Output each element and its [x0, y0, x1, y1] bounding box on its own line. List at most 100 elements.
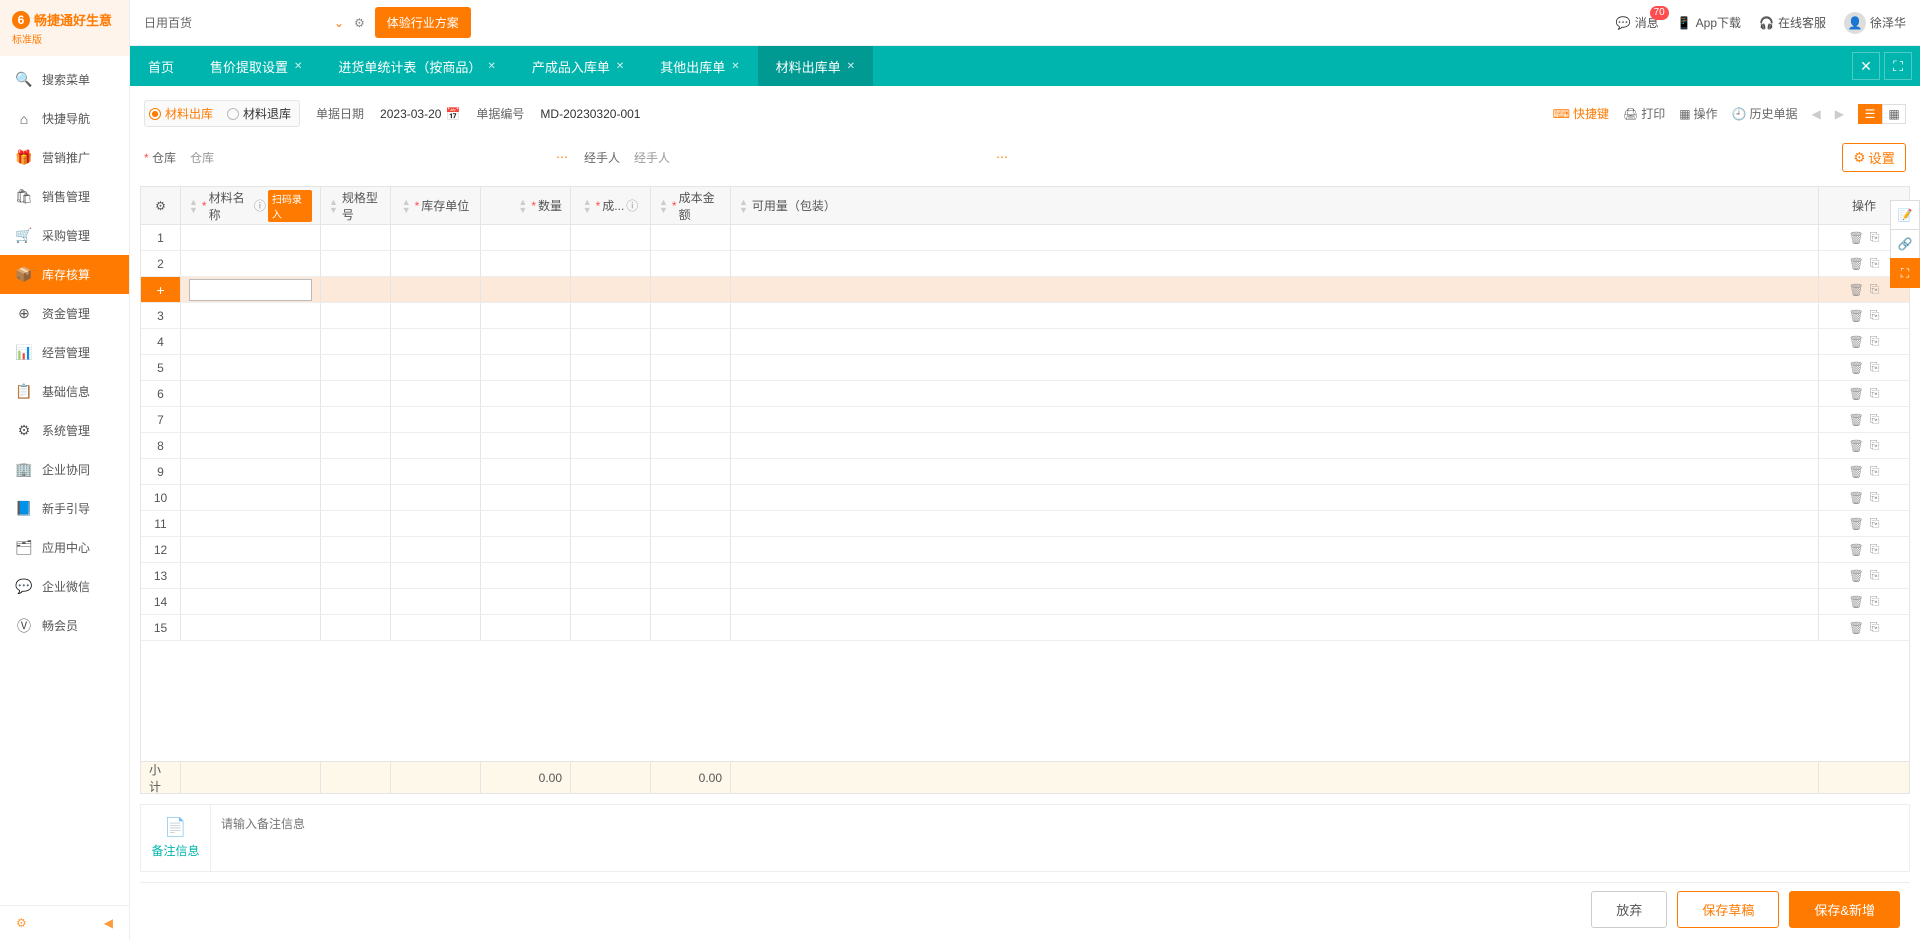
save-draft-button[interactable]: 保存草稿	[1677, 891, 1779, 928]
copy-icon[interactable]: ⎘	[1870, 334, 1880, 349]
copy-icon[interactable]: ⎘	[1870, 308, 1880, 323]
tab-4[interactable]: 其他出库单✕	[642, 46, 757, 86]
copy-icon[interactable]: ⎘	[1870, 282, 1880, 297]
table-row[interactable]: 5🗑⎘	[141, 355, 1909, 381]
nav-item-3[interactable]: 🛍销售管理	[0, 177, 129, 216]
nav-item-2[interactable]: 🎁营销推广	[0, 138, 129, 177]
delete-icon[interactable]: 🗑	[1849, 231, 1864, 245]
table-row[interactable]: 13🗑⎘	[141, 563, 1909, 589]
tab-close[interactable]: ✕	[294, 61, 302, 72]
delete-icon[interactable]: 🗑	[1849, 569, 1864, 583]
store-select[interactable]: 日用百货 ⌄	[144, 8, 344, 38]
copy-icon[interactable]: ⎘	[1870, 412, 1880, 427]
copy-icon[interactable]: ⎘	[1870, 438, 1880, 453]
nav-item-8[interactable]: 📋基础信息	[0, 372, 129, 411]
th-cost[interactable]: ▲▼*成...ⓘ	[571, 187, 651, 224]
copy-icon[interactable]: ⎘	[1870, 464, 1880, 479]
tab-close[interactable]: ✕	[847, 61, 855, 72]
doc-date[interactable]: 2023-03-20📅	[380, 107, 460, 121]
online-service[interactable]: 🎧在线客服	[1759, 14, 1826, 31]
tab-1[interactable]: 售价提取设置✕	[192, 46, 320, 86]
table-row[interactable]: 7🗑⎘	[141, 407, 1909, 433]
prev-icon[interactable]: ◀	[1812, 107, 1821, 121]
table-row[interactable]: 8🗑⎘	[141, 433, 1909, 459]
notes-input[interactable]	[211, 805, 1909, 871]
th-qty[interactable]: ▲▼*数量	[481, 187, 571, 224]
tab-0[interactable]: 首页	[130, 46, 192, 86]
nav-item-5[interactable]: 📦库存核算	[0, 255, 129, 294]
table-row[interactable]: 10🗑⎘	[141, 485, 1909, 511]
th-spec[interactable]: ▲▼规格型号	[321, 187, 391, 224]
th-amount[interactable]: ▲▼*成本金额	[651, 187, 731, 224]
delete-icon[interactable]: 🗑	[1849, 595, 1864, 609]
history-button[interactable]: 🕘历史单据	[1732, 105, 1798, 122]
tab-close[interactable]: ✕	[616, 61, 624, 72]
table-row[interactable]: + 🗑 ⎘	[141, 277, 1909, 303]
tab-3[interactable]: 产成品入库单✕	[514, 46, 642, 86]
copy-icon[interactable]: ⎘	[1870, 360, 1880, 375]
copy-icon[interactable]: ⎘	[1870, 568, 1880, 583]
scan-tag[interactable]: 扫码录入	[268, 190, 312, 222]
table-row[interactable]: 4🗑⎘	[141, 329, 1909, 355]
delete-icon[interactable]: 🗑	[1849, 465, 1864, 479]
user-menu[interactable]: 👤徐泽华	[1844, 12, 1906, 34]
table-row[interactable]: 3🗑⎘	[141, 303, 1909, 329]
copy-icon[interactable]: ⎘	[1870, 230, 1880, 245]
print-button[interactable]: 🖨打印	[1623, 105, 1665, 122]
table-row[interactable]: 12🗑⎘	[141, 537, 1909, 563]
nav-item-1[interactable]: ⌂快捷导航	[0, 99, 129, 138]
table-row[interactable]: 15🗑⎘	[141, 615, 1909, 641]
delete-icon[interactable]: 🗑	[1849, 517, 1864, 531]
tab-close-all[interactable]: ✕	[1852, 52, 1880, 80]
copy-icon[interactable]: ⎘	[1870, 516, 1880, 531]
add-row-icon[interactable]: +	[152, 281, 170, 299]
delete-icon[interactable]: 🗑	[1849, 309, 1864, 323]
radio-material-return[interactable]: 材料退库	[227, 105, 291, 122]
copy-icon[interactable]: ⎘	[1870, 542, 1880, 557]
nav-item-10[interactable]: 🏢企业协同	[0, 450, 129, 489]
tab-close[interactable]: ✕	[487, 61, 495, 72]
messages[interactable]: 💬 消息 70	[1616, 14, 1659, 31]
notes-tab[interactable]: 📄 备注信息	[141, 805, 211, 871]
next-icon[interactable]: ▶	[1835, 107, 1844, 121]
delete-icon[interactable]: 🗑	[1849, 361, 1864, 375]
settings-icon[interactable]: ⚙	[16, 916, 27, 930]
collapse-icon[interactable]: ◀	[104, 916, 113, 930]
settings-button[interactable]: ⚙设置	[1842, 143, 1906, 172]
nav-item-9[interactable]: ⚙系统管理	[0, 411, 129, 450]
table-row[interactable]: 14🗑⎘	[141, 589, 1909, 615]
side-tool-expand[interactable]: ⛶	[1890, 258, 1920, 288]
copy-icon[interactable]: ⎘	[1870, 386, 1880, 401]
ops-button[interactable]: ▦操作	[1679, 105, 1717, 122]
radio-material-out[interactable]: 材料出库	[149, 105, 213, 122]
gear-icon[interactable]: ⚙	[354, 16, 365, 30]
th-unit[interactable]: ▲▼*库存单位	[391, 187, 481, 224]
warehouse-input[interactable]: 仓库⋯	[184, 144, 574, 172]
copy-icon[interactable]: ⎘	[1870, 620, 1880, 635]
tab-2[interactable]: 进货单统计表（按商品）✕	[320, 46, 513, 86]
delete-icon[interactable]: 🗑	[1849, 283, 1864, 297]
discard-button[interactable]: 放弃	[1591, 891, 1667, 928]
copy-icon[interactable]: ⎘	[1870, 594, 1880, 609]
nav-item-4[interactable]: 🛒采购管理	[0, 216, 129, 255]
delete-icon[interactable]: 🗑	[1849, 439, 1864, 453]
delete-icon[interactable]: 🗑	[1849, 543, 1864, 557]
nav-item-6[interactable]: ⊕资金管理	[0, 294, 129, 333]
nav-item-7[interactable]: 📊经营管理	[0, 333, 129, 372]
th-gear[interactable]: ⚙	[141, 187, 181, 224]
tab-expand[interactable]: ⛶	[1884, 52, 1912, 80]
nav-item-12[interactable]: 🗂应用中心	[0, 528, 129, 567]
view-grid[interactable]: ▦	[1882, 104, 1906, 124]
delete-icon[interactable]: 🗑	[1849, 621, 1864, 635]
shortcut-button[interactable]: ⌨快捷键	[1553, 105, 1609, 122]
table-row[interactable]: 1🗑⎘	[141, 225, 1909, 251]
nav-item-13[interactable]: 💬企业微信	[0, 567, 129, 606]
view-list[interactable]: ☰	[1858, 104, 1882, 124]
tab-close[interactable]: ✕	[731, 61, 739, 72]
table-row[interactable]: 9🗑⎘	[141, 459, 1909, 485]
nav-item-0[interactable]: 🔍搜索菜单	[0, 60, 129, 99]
table-row[interactable]: 6🗑⎘	[141, 381, 1909, 407]
delete-icon[interactable]: 🗑	[1849, 257, 1864, 271]
table-row[interactable]: 2🗑⎘	[141, 251, 1909, 277]
delete-icon[interactable]: 🗑	[1849, 491, 1864, 505]
